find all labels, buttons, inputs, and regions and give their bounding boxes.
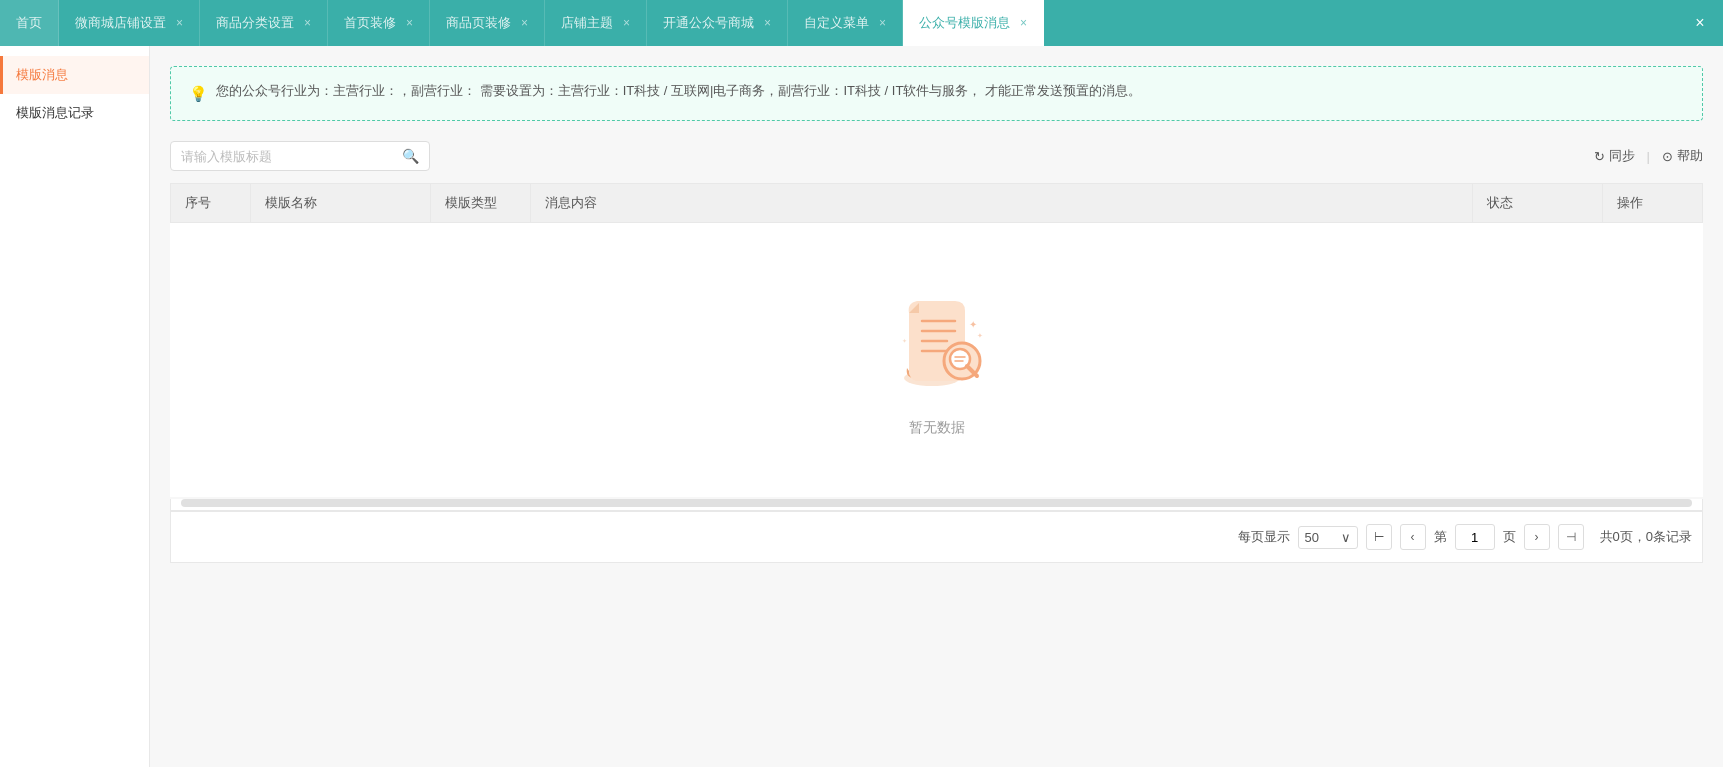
help-label: 帮助 <box>1677 147 1703 165</box>
horizontal-scrollbar[interactable] <box>170 499 1703 511</box>
sidebar-item-template-message-label: 模版消息 <box>16 67 68 82</box>
sync-icon: ↻ <box>1594 149 1605 164</box>
col-header-content: 消息内容 <box>531 184 1473 223</box>
tab-open-mall-close[interactable]: × <box>764 16 771 30</box>
tab-template-msg-label: 公众号模版消息 <box>919 14 1010 32</box>
search-wrapper: 🔍 <box>170 141 430 171</box>
notice-suffix: 才能正常发送预置的消息。 <box>985 83 1141 98</box>
tab-home-decor-close[interactable]: × <box>406 16 413 30</box>
sidebar-item-template-message[interactable]: 模版消息 <box>0 56 149 94</box>
help-button[interactable]: ⊙ 帮助 <box>1662 147 1703 165</box>
tab-store-theme-close[interactable]: × <box>623 16 630 30</box>
page-size-label: 每页显示 <box>1238 528 1290 546</box>
page-prefix-label: 第 <box>1434 528 1447 546</box>
tab-store-settings-close[interactable]: × <box>176 16 183 30</box>
tab-home-decor[interactable]: 首页装修 × <box>328 0 430 46</box>
sidebar-item-template-record[interactable]: 模版消息记录 <box>0 94 149 132</box>
tab-template-msg[interactable]: 公众号模版消息 × <box>903 0 1044 46</box>
page-prev-button[interactable]: ‹ <box>1400 524 1426 550</box>
toolbar-right: ↻ 同步 | ⊙ 帮助 <box>1594 147 1703 165</box>
tab-store-theme-label: 店铺主题 <box>561 14 613 32</box>
sync-label: 同步 <box>1609 147 1635 165</box>
tab-custom-menu[interactable]: 自定义菜单 × <box>788 0 903 46</box>
notice-highlight: 需要设置为：主营行业：IT科技 / 互联网|电子商务，副营行业：IT科技 / I… <box>480 83 982 98</box>
page-first-button[interactable]: ⊢ <box>1366 524 1392 550</box>
pagination: 每页显示 50 ∨ ⊢ ‹ 第 页 › ⊣ 共0页，0条记录 <box>170 511 1703 563</box>
tab-store-settings[interactable]: 微商城店铺设置 × <box>59 0 200 46</box>
notice-prefix: 您的公众号行业为：主营行业：，副营行业： <box>216 83 476 98</box>
toolbar: 🔍 ↻ 同步 | ⊙ 帮助 <box>170 141 1703 171</box>
page-next-button[interactable]: › <box>1524 524 1550 550</box>
tab-store-theme[interactable]: 店铺主题 × <box>545 0 647 46</box>
help-icon: ⊙ <box>1662 149 1673 164</box>
page-number-input[interactable] <box>1455 524 1495 550</box>
tab-product-decor[interactable]: 商品页装修 × <box>430 0 545 46</box>
page-size-value: 50 <box>1305 530 1319 545</box>
tab-open-mall-label: 开通公众号商城 <box>663 14 754 32</box>
tab-open-mall[interactable]: 开通公众号商城 × <box>647 0 788 46</box>
page-size-select[interactable]: 50 ∨ <box>1298 526 1358 549</box>
col-header-action: 操作 <box>1603 184 1703 223</box>
tab-template-msg-close[interactable]: × <box>1020 16 1027 30</box>
search-input[interactable] <box>171 143 392 170</box>
tab-product-decor-close[interactable]: × <box>521 16 528 30</box>
sidebar: 模版消息 模版消息记录 <box>0 46 150 767</box>
empty-state: ✦ ✦ ✦ 暂无数据 <box>171 223 1703 497</box>
col-header-seq: 序号 <box>171 184 251 223</box>
window-close-button[interactable]: × <box>1677 0 1723 46</box>
svg-text:✦: ✦ <box>977 332 983 339</box>
notice-box: 💡 您的公众号行业为：主营行业：，副营行业： 需要设置为：主营行业：IT科技 /… <box>170 66 1703 121</box>
table-header-row: 序号 模版名称 模版类型 消息内容 状态 操作 <box>171 184 1703 223</box>
tab-category-settings-label: 商品分类设置 <box>216 14 294 32</box>
tab-custom-menu-label: 自定义菜单 <box>804 14 869 32</box>
tab-custom-menu-close[interactable]: × <box>879 16 886 30</box>
tab-home[interactable]: 首页 <box>0 0 59 46</box>
tab-category-settings-close[interactable]: × <box>304 16 311 30</box>
sidebar-item-template-record-label: 模版消息记录 <box>16 105 94 120</box>
top-tab-bar: 首页 微商城店铺设置 × 商品分类设置 × 首页装修 × 商品页装修 × 店铺主… <box>0 0 1723 46</box>
empty-state-row: ✦ ✦ ✦ 暂无数据 <box>171 223 1703 498</box>
page-suffix-label: 页 <box>1503 528 1516 546</box>
search-icon: 🔍 <box>402 148 419 164</box>
col-header-status: 状态 <box>1473 184 1603 223</box>
empty-state-icon: ✦ ✦ ✦ <box>877 283 997 403</box>
tab-home-decor-label: 首页装修 <box>344 14 396 32</box>
tab-category-settings[interactable]: 商品分类设置 × <box>200 0 328 46</box>
svg-text:✦: ✦ <box>969 319 977 330</box>
tab-home-label: 首页 <box>16 14 42 32</box>
content-area: 💡 您的公众号行业为：主营行业：，副营行业： 需要设置为：主营行业：IT科技 /… <box>150 46 1723 767</box>
notice-content: 您的公众号行业为：主营行业：，副营行业： 需要设置为：主营行业：IT科技 / 互… <box>216 81 1141 102</box>
toolbar-divider: | <box>1647 149 1650 164</box>
page-size-chevron: ∨ <box>1341 530 1351 545</box>
col-header-name: 模版名称 <box>251 184 431 223</box>
page-total-info: 共0页，0条记录 <box>1600 528 1692 546</box>
tab-product-decor-label: 商品页装修 <box>446 14 511 32</box>
svg-text:✦: ✦ <box>902 338 907 344</box>
scrollbar-track[interactable] <box>181 499 1692 507</box>
page-last-button[interactable]: ⊣ <box>1558 524 1584 550</box>
main-layout: 模版消息 模版消息记录 💡 您的公众号行业为：主营行业：，副营行业： 需要设置为… <box>0 46 1723 767</box>
data-table: 序号 模版名称 模版类型 消息内容 状态 操作 <box>170 183 1703 497</box>
col-header-type: 模版类型 <box>431 184 531 223</box>
notice-icon: 💡 <box>189 82 208 106</box>
sync-button[interactable]: ↻ 同步 <box>1594 147 1635 165</box>
tab-store-settings-label: 微商城店铺设置 <box>75 14 166 32</box>
empty-state-text: 暂无数据 <box>909 419 965 437</box>
search-button[interactable]: 🔍 <box>392 142 429 170</box>
